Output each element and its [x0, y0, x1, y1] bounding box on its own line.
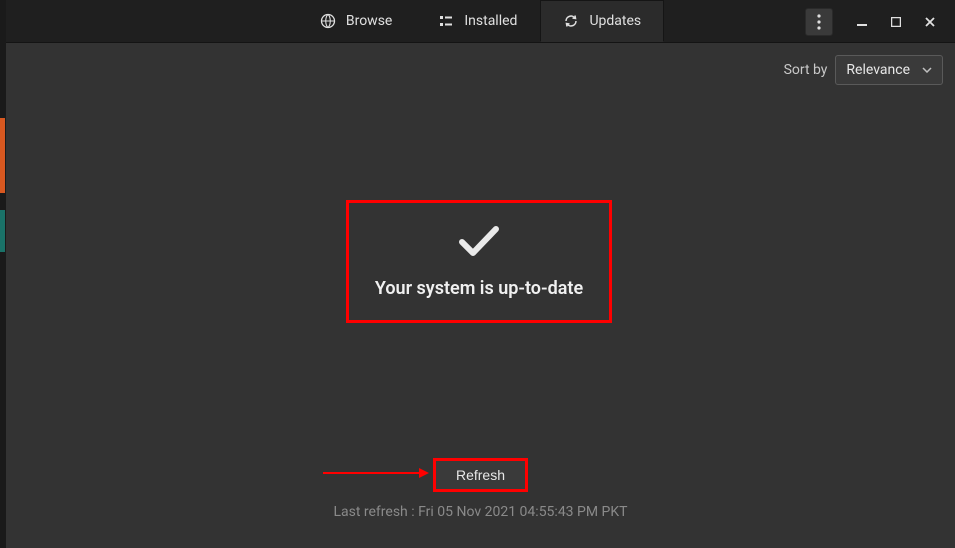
sort-select[interactable]: Relevance	[835, 55, 943, 85]
status-box-annotation: Your system is up-to-date	[346, 200, 612, 323]
tab-updates[interactable]: Updates	[540, 0, 664, 42]
globe-icon	[320, 13, 336, 29]
tab-browse-label: Browse	[346, 13, 392, 29]
list-icon	[438, 13, 454, 29]
refresh-row: Refresh	[433, 458, 528, 492]
kebab-icon	[817, 14, 821, 30]
minimize-icon	[857, 17, 867, 27]
left-accent-orange	[0, 118, 5, 193]
sort-label: Sort by	[784, 62, 828, 78]
header-bar: Browse Installed Updates	[6, 0, 955, 43]
tab-installed-label: Installed	[464, 13, 517, 29]
refresh-area: Refresh Last refresh : Fri 05 Nov 2021 0…	[6, 458, 955, 520]
close-button[interactable]	[913, 0, 947, 43]
sort-bar: Sort by Relevance	[784, 55, 943, 85]
window-controls	[805, 0, 947, 43]
refresh-icon	[563, 13, 579, 29]
left-accent-teal	[0, 210, 5, 252]
tab-browse[interactable]: Browse	[297, 0, 415, 42]
refresh-button[interactable]: Refresh	[433, 458, 528, 492]
arrow-annotation	[323, 465, 433, 485]
sort-selected-value: Relevance	[846, 62, 910, 78]
content-area: Sort by Relevance Your system is up-to-d…	[6, 43, 955, 548]
close-icon	[925, 17, 935, 27]
checkmark-icon	[458, 224, 500, 262]
minimize-button[interactable]	[845, 0, 879, 43]
last-refresh-text: Last refresh : Fri 05 Nov 2021 04:55:43 …	[333, 504, 627, 520]
tab-updates-label: Updates	[589, 13, 641, 29]
maximize-button[interactable]	[879, 0, 913, 43]
maximize-icon	[891, 17, 901, 27]
chevron-down-icon	[922, 67, 932, 73]
tab-group: Browse Installed Updates	[297, 0, 664, 42]
status-message: Your system is up-to-date	[375, 278, 583, 299]
tab-installed[interactable]: Installed	[415, 0, 540, 42]
kebab-menu-button[interactable]	[805, 8, 833, 36]
